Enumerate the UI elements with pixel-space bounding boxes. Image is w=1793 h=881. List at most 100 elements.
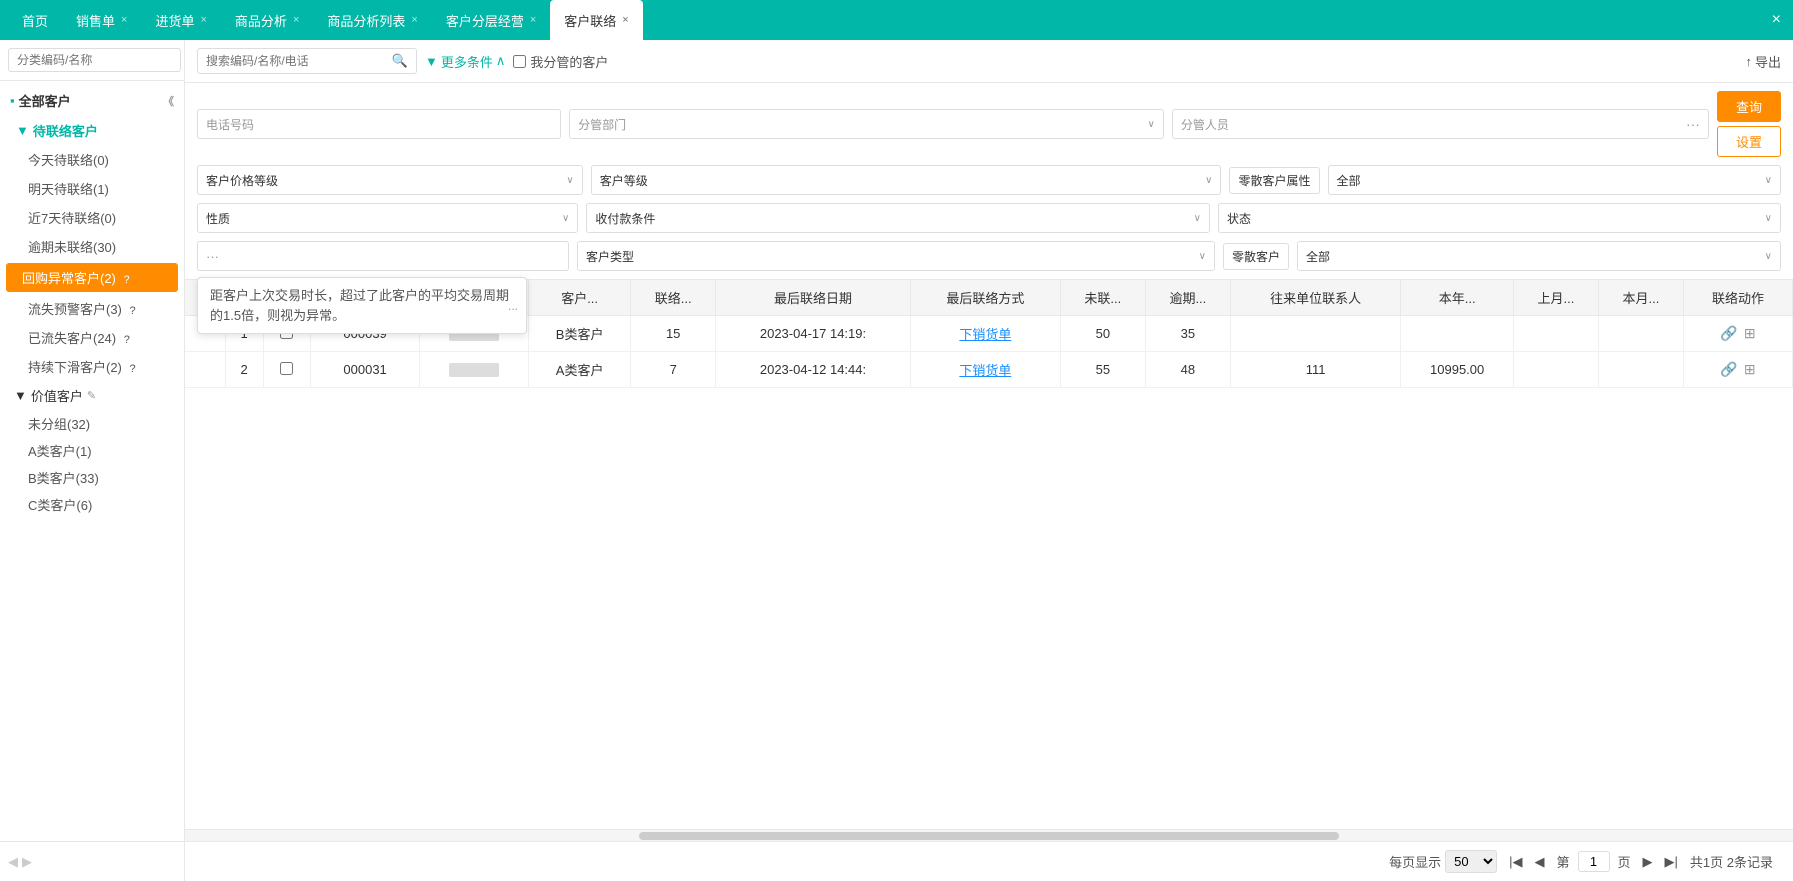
phone-field[interactable]: 电话号码 — [197, 109, 561, 139]
row2-contact-count: 7 — [631, 352, 716, 388]
horizontal-scrollbar[interactable] — [185, 829, 1793, 841]
nav-purchase[interactable]: 进货单 × — [141, 0, 220, 40]
manager-field[interactable]: 分管人员 ··· — [1172, 109, 1709, 139]
sidebar-value-b[interactable]: B类客户(33) — [0, 464, 184, 491]
col-last-contact-date[interactable]: 最后联络日期 — [716, 280, 911, 316]
per-page-select[interactable]: 50 100 200 — [1445, 850, 1497, 873]
col-overdue[interactable]: 逾期... — [1145, 280, 1230, 316]
more-filter-btn[interactable]: ▼ 更多条件 ∧ — [425, 52, 505, 71]
row2-last-contact-method[interactable]: 下销货单 — [910, 352, 1060, 388]
price-grade-field[interactable]: 客户价格等级 ∨ — [197, 165, 583, 195]
status-label: 状态 — [1227, 210, 1765, 227]
status-field[interactable]: 状态 ∨ — [1218, 203, 1781, 233]
sidebar-7days-pending[interactable]: 近7天待联络(0) — [0, 203, 184, 232]
row2-link-icon[interactable]: 🔗 — [1720, 361, 1737, 378]
nav-product-analysis[interactable]: 商品分析 × — [221, 0, 313, 40]
nav-home[interactable]: 首页 — [8, 0, 62, 40]
search-box[interactable]: 🔍 — [197, 48, 417, 74]
row1-action-buttons: 🔗 ⊞ — [1692, 325, 1784, 342]
row1-current-month — [1598, 316, 1683, 352]
nav-customer-contact-close[interactable]: × — [622, 14, 628, 26]
more-ellipsis-field[interactable]: ··· — [197, 241, 569, 271]
sidebar-bottom-arrow-left[interactable]: ◀ — [8, 854, 18, 870]
sidebar-value-a[interactable]: A类客户(1) — [0, 437, 184, 464]
window-close-button[interactable]: × — [1772, 11, 1781, 29]
col-overdue-label: 逾期... — [1169, 291, 1206, 306]
col-last-contact-method[interactable]: 最后联络方式 — [910, 280, 1060, 316]
row2-index: 2 — [225, 352, 263, 388]
nav-purchase-close[interactable]: × — [200, 14, 206, 26]
sidebar-tomorrow-pending[interactable]: 明天待联络(1) — [0, 174, 184, 203]
col-contact-person[interactable]: 往来单位联系人 — [1230, 280, 1401, 316]
col-last-month[interactable]: 上月... — [1513, 280, 1598, 316]
main-search-input[interactable] — [206, 54, 392, 68]
sidebar-repurchase-abnormal[interactable]: 回购异常客户(2) ? — [6, 263, 178, 292]
row2-grid-icon[interactable]: ⊞ — [1744, 361, 1756, 378]
sidebar-pending-contact-group[interactable]: ▼ 待联络客户 — [0, 116, 184, 145]
sidebar-lost-warning[interactable]: 流失预警客户(3) ? — [0, 294, 184, 323]
nav-product-analysis-close[interactable]: × — [293, 14, 299, 26]
nav-product-list[interactable]: 商品分析列表 × — [313, 0, 431, 40]
nav-customer-layer-close[interactable]: × — [530, 14, 536, 26]
pending-contact-arrow: ▼ — [16, 123, 29, 138]
col-last-contact-date-label: 最后联络日期 — [774, 291, 852, 306]
query-button[interactable]: 查询 — [1717, 91, 1781, 122]
row2-current-month — [1598, 352, 1683, 388]
nav-customer-contact[interactable]: 客户联络 × — [550, 0, 642, 40]
row1-grid-icon[interactable]: ⊞ — [1744, 325, 1756, 342]
value-customers-edit-icon[interactable]: ✎ — [87, 389, 96, 402]
dept-field[interactable]: 分管部门 ∨ — [569, 109, 1164, 139]
sidebar-search-input[interactable] — [8, 48, 181, 72]
main-layout: 🔍 ▪ 全部客户 《 ▼ 待联络客户 今天待联络(0) 明天待联络(1) 近7天… — [0, 40, 1793, 881]
sidebar-overdue-pending[interactable]: 逾期未联络(30) — [0, 232, 184, 261]
lost-warning-label: 流失预警客户(3) — [28, 302, 122, 317]
customer-type-field[interactable]: 客户类型 ∨ — [577, 241, 1215, 271]
row1-method-link[interactable]: 下销货单 — [959, 327, 1011, 342]
all-customers-label: 全部客户 — [19, 91, 71, 110]
gender-field[interactable]: 性质 ∨ — [197, 203, 578, 233]
page-last-btn[interactable]: ▶| — [1661, 852, 1682, 872]
col-current-month[interactable]: 本月... — [1598, 280, 1683, 316]
page-label: 第 — [1553, 850, 1574, 873]
main-search-icon[interactable]: 🔍 — [392, 53, 408, 69]
sidebar-bottom-arrow-right[interactable]: ▶ — [22, 854, 32, 870]
nav-sales[interactable]: 销售单 × — [62, 0, 141, 40]
col-current-year[interactable]: 本年... — [1401, 280, 1513, 316]
top-nav: 首页 销售单 × 进货单 × 商品分析 × 商品分析列表 × 客户分层经营 × … — [0, 0, 1793, 40]
col-customer-type[interactable]: 客户... — [529, 280, 631, 316]
row1-customer-type: B类客户 — [529, 316, 631, 352]
sidebar-value-customers-group[interactable]: ▼ 价值客户 ✎ — [0, 381, 184, 410]
sidebar-value-c[interactable]: C类客户(6) — [0, 491, 184, 518]
my-customer-checkbox[interactable] — [513, 55, 526, 68]
customer-grade-field[interactable]: 客户等级 ∨ — [591, 165, 1222, 195]
sidebar-value-ungrouped[interactable]: 未分组(32) — [0, 410, 184, 437]
sidebar-sustained-drop[interactable]: 持续下滑客户(2) ? — [0, 352, 184, 381]
retail-customer-select[interactable]: 全部 ∨ — [1297, 241, 1781, 271]
payment-field[interactable]: 收付款条件 ∨ — [586, 203, 1210, 233]
nav-product-list-close[interactable]: × — [411, 14, 417, 26]
sidebar-collapse-btn[interactable]: 《 — [163, 93, 174, 109]
nav-customer-layer[interactable]: 客户分层经营 × — [432, 0, 550, 40]
sidebar-today-pending[interactable]: 今天待联络(0) — [0, 145, 184, 174]
page-prev-btn[interactable]: ◀ — [1531, 852, 1549, 872]
col-uncontacted-label: 未联... — [1084, 291, 1121, 306]
col-contact-count[interactable]: 联络... — [631, 280, 716, 316]
row1-last-contact-method[interactable]: 下销货单 — [910, 316, 1060, 352]
page-number-input[interactable] — [1578, 851, 1610, 872]
col-uncontacted[interactable]: 未联... — [1060, 280, 1145, 316]
retail-attr-select[interactable]: 全部 ∨ — [1328, 165, 1782, 195]
nav-sales-close[interactable]: × — [121, 14, 127, 26]
setting-button[interactable]: 设置 — [1717, 126, 1781, 157]
sidebar-all-customers[interactable]: ▪ 全部客户 《 — [0, 85, 184, 116]
sidebar-already-lost[interactable]: 已流失客户(24) ? — [0, 323, 184, 352]
my-customer-filter: 我分管的客户 — [513, 52, 608, 71]
row2-checkbox[interactable] — [263, 352, 310, 388]
page-next-btn[interactable]: ▶ — [1639, 852, 1657, 872]
export-button[interactable]: ↑ 导出 — [1745, 52, 1781, 71]
row1-link-icon[interactable]: 🔗 — [1720, 325, 1737, 342]
row2-method-link[interactable]: 下销货单 — [959, 363, 1011, 378]
payment-arrow: ∨ — [1194, 213, 1201, 224]
page-first-btn[interactable]: |◀ — [1505, 852, 1526, 872]
scrollbar-track[interactable] — [639, 832, 1339, 840]
row2-select-checkbox[interactable] — [280, 362, 293, 375]
